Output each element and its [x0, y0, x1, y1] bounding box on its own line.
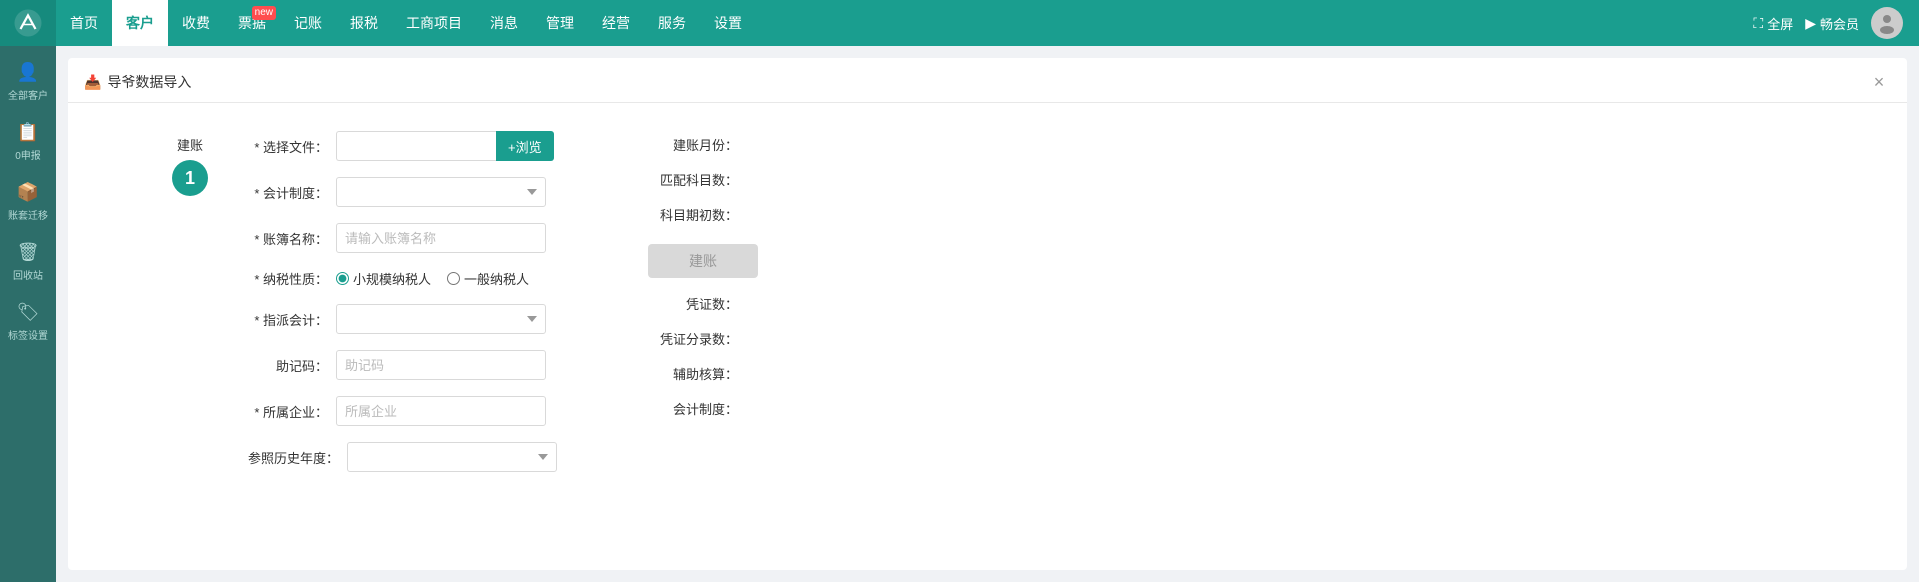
voucher-count-label: 凭证数：: [648, 294, 738, 313]
nav-logo: [0, 0, 56, 46]
tax-type-row: * 纳税性质： 小规模纳税人 一般纳税人: [248, 269, 568, 288]
sidebar-item-trash[interactable]: 🗑 回收站: [0, 234, 56, 290]
file-select-label: * 选择文件：: [248, 137, 328, 156]
tax-type-general[interactable]: 一般纳税人: [447, 269, 529, 288]
ref-year-row: 参照历史年度：: [248, 442, 568, 472]
file-input[interactable]: [336, 131, 496, 161]
tax-type-radio-group: 小规模纳税人 一般纳税人: [336, 269, 529, 288]
build-month-label: 建账月份：: [648, 135, 738, 154]
build-button[interactable]: 建账: [648, 244, 758, 278]
memo-code-label: 助记码：: [248, 356, 328, 375]
nav-invoices[interactable]: 票据 new: [224, 0, 280, 46]
assigned-accountant-label: * 指派会计：: [248, 310, 328, 329]
new-badge: new: [252, 6, 276, 20]
info-accounting-system-label: 会计制度：: [648, 399, 738, 418]
build-month-row: 建账月份：: [648, 135, 758, 154]
match-subjects-row: 匹配科目数：: [648, 170, 758, 189]
dialog-title: 📥 导爷数据导入: [84, 72, 191, 92]
ledger-name-row: * 账簿名称：: [248, 223, 568, 253]
dialog-body: 建账 1 * 选择文件： +浏览: [68, 103, 1907, 570]
nav-right: ⛶ 全屏 ▶ 畅会员: [1753, 7, 1919, 39]
declare-icon: 📋: [17, 122, 39, 143]
voucher-entries-row: 凭证分录数：: [648, 329, 758, 348]
top-nav: 首页 客户 收费 票据 new 记账 报税 工商项目 消息 管理 经营 服务 设…: [0, 0, 1919, 46]
nav-settings[interactable]: 设置: [700, 0, 756, 46]
voucher-entries-label: 凭证分录数：: [648, 329, 738, 348]
import-icon: 📥: [84, 74, 101, 91]
people-icon: 👤: [17, 62, 39, 83]
build-btn-container: 建账: [648, 244, 758, 278]
assigned-accountant-row: * 指派会计：: [248, 304, 568, 334]
company-input[interactable]: [336, 396, 546, 426]
nav-services[interactable]: 服务: [644, 0, 700, 46]
memo-code-row: 助记码：: [248, 350, 568, 380]
accounting-system-row: * 会计制度：: [248, 177, 568, 207]
subject-init-row: 科目期初数：: [648, 205, 758, 224]
nav-tax[interactable]: 报税: [336, 0, 392, 46]
ref-year-label: 参照历史年度：: [248, 448, 339, 467]
step-circle: 1: [172, 160, 208, 196]
nav-customers[interactable]: 客户: [112, 0, 168, 46]
sidebar-item-all-customers[interactable]: 👤 全部客户: [0, 54, 56, 110]
match-subjects-label: 匹配科目数：: [648, 170, 738, 189]
ledger-name-label: * 账簿名称：: [248, 229, 328, 248]
avatar[interactable]: [1871, 7, 1903, 39]
nav-messages[interactable]: 消息: [476, 0, 532, 46]
form-left: 建账 1 * 选择文件： +浏览: [92, 131, 568, 542]
accounting-system-label: * 会计制度：: [248, 183, 328, 202]
tax-type-label: * 纳税性质：: [248, 269, 328, 288]
sidebar-item-migrate[interactable]: 📦 账套迁移: [0, 174, 56, 230]
aux-calc-label: 辅助核算：: [648, 364, 738, 383]
assigned-accountant-select[interactable]: [336, 304, 546, 334]
nav-home[interactable]: 首页: [56, 0, 112, 46]
main-layout: 👤 全部客户 📋 0申报 📦 账套迁移 🗑 回收站 🏷 标签设置 📥 导: [0, 46, 1919, 582]
dialog-header: 📥 导爷数据导入 ×: [68, 58, 1907, 103]
company-row: * 所属企业：: [248, 396, 568, 426]
nav-items: 首页 客户 收费 票据 new 记账 报税 工商项目 消息 管理 经营 服务 设…: [56, 0, 1753, 46]
dialog-panel: 📥 导爷数据导入 × 建账 1: [68, 58, 1907, 570]
aux-calc-row: 辅助核算：: [648, 364, 758, 383]
memo-code-input[interactable]: [336, 350, 546, 380]
sidebar-item-tags[interactable]: 🏷 标签设置: [0, 294, 56, 350]
sidebar-item-zero-declare[interactable]: 📋 0申报: [0, 114, 56, 170]
subject-init-label: 科目期初数：: [648, 205, 738, 224]
tax-type-small[interactable]: 小规模纳税人: [336, 269, 431, 288]
tag-icon: 🏷: [17, 302, 40, 323]
info-right: 建账月份： 匹配科目数： 科目期初数： 建: [648, 131, 758, 542]
company-label: * 所属企业：: [248, 402, 328, 421]
file-select-row: * 选择文件： +浏览: [248, 131, 568, 161]
info-accounting-system-row: 会计制度：: [648, 399, 758, 418]
member-btn[interactable]: ▶ 畅会员: [1805, 14, 1859, 33]
file-input-wrap: +浏览: [336, 131, 554, 161]
form-fields: * 选择文件： +浏览 * 会计制度：: [248, 131, 568, 472]
accounting-system-select[interactable]: [336, 177, 546, 207]
trash-icon: 🗑: [17, 242, 40, 263]
nav-management[interactable]: 管理: [532, 0, 588, 46]
sidebar: 👤 全部客户 📋 0申报 📦 账套迁移 🗑 回收站 🏷 标签设置: [0, 46, 56, 582]
ref-year-select[interactable]: [347, 442, 557, 472]
nav-operations[interactable]: 经营: [588, 0, 644, 46]
step-indicator: 建账 1: [172, 135, 208, 196]
fullscreen-btn[interactable]: ⛶ 全屏: [1753, 14, 1793, 33]
close-button[interactable]: ×: [1867, 70, 1891, 94]
voucher-count-row: 凭证数：: [648, 294, 758, 313]
nav-business[interactable]: 工商项目: [392, 0, 476, 46]
browse-button[interactable]: +浏览: [496, 131, 554, 161]
ledger-name-input[interactable]: [336, 223, 546, 253]
nav-fees[interactable]: 收费: [168, 0, 224, 46]
content-area: 📥 导爷数据导入 × 建账 1: [56, 46, 1919, 582]
nav-bookkeeping[interactable]: 记账: [280, 0, 336, 46]
migrate-icon: 📦: [17, 182, 39, 203]
